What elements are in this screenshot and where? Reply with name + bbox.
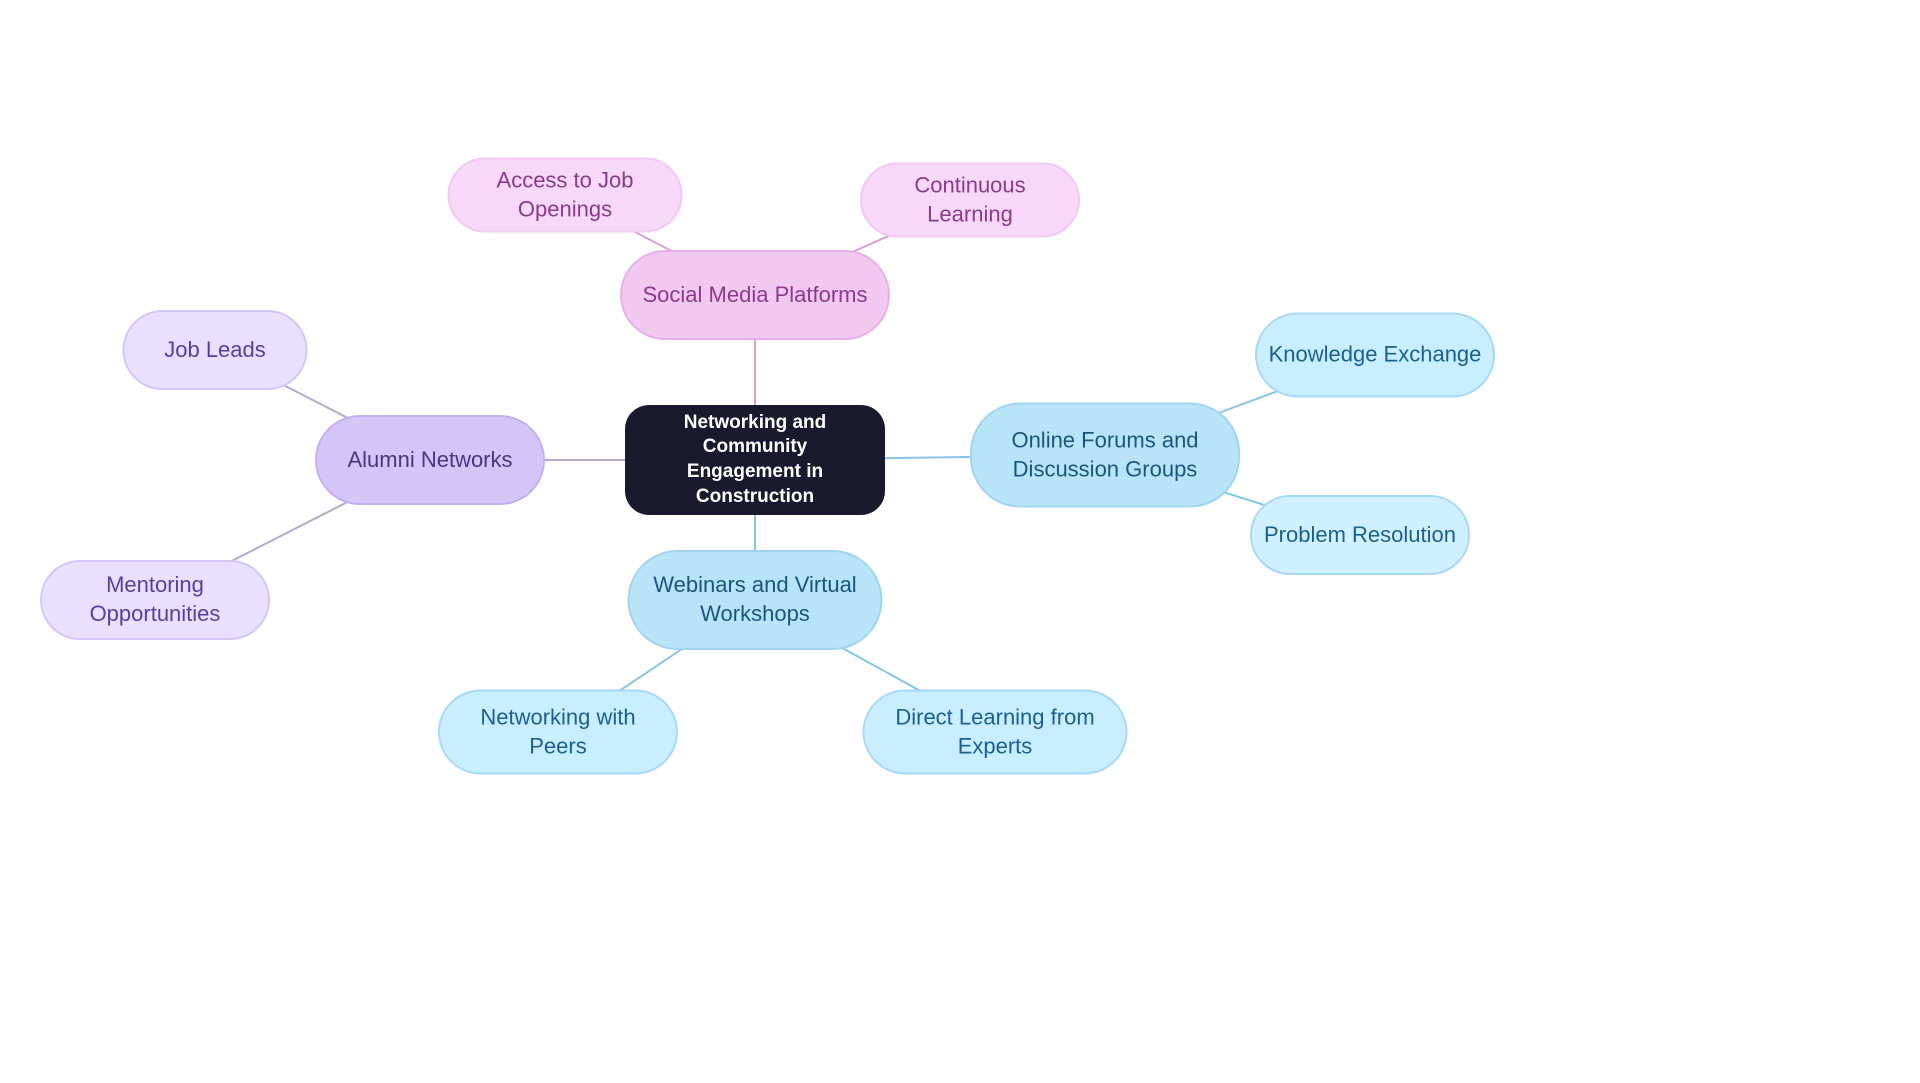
mentoring-opportunities-node: Mentoring Opportunities (40, 560, 270, 640)
direct-learning-node: Direct Learning from Experts (863, 690, 1128, 775)
center-node-label: Networking and CommunityEngagement in Co… (625, 411, 885, 510)
alumni-networks-label: Alumni Networks (337, 446, 522, 475)
alumni-networks-node: Alumni Networks (315, 415, 545, 505)
access-to-job-openings-label: Access to Job Openings (450, 166, 681, 223)
online-forums-label: Online Forums and Discussion Groups (972, 426, 1238, 483)
continuous-learning-node: Continuous Learning (860, 163, 1080, 238)
social-media-platforms-node: Social Media Platforms (620, 250, 890, 340)
webinars-label: Webinars and Virtual Workshops (630, 571, 881, 628)
knowledge-exchange-label: Knowledge Exchange (1259, 341, 1492, 370)
center-node: Networking and CommunityEngagement in Co… (625, 405, 885, 515)
networking-with-peers-label: Networking with Peers (440, 703, 676, 760)
problem-resolution-node: Problem Resolution (1250, 495, 1470, 575)
mentoring-opportunities-label: Mentoring Opportunities (42, 571, 268, 628)
problem-resolution-label: Problem Resolution (1254, 521, 1466, 550)
online-forums-node: Online Forums and Discussion Groups (970, 403, 1240, 508)
continuous-learning-label: Continuous Learning (862, 171, 1078, 228)
social-media-platforms-label: Social Media Platforms (633, 281, 878, 310)
networking-with-peers-node: Networking with Peers (438, 690, 678, 775)
webinars-node: Webinars and Virtual Workshops (628, 550, 883, 650)
knowledge-exchange-node: Knowledge Exchange (1255, 313, 1495, 398)
access-to-job-openings-node: Access to Job Openings (448, 158, 683, 233)
job-leads-node: Job Leads (123, 310, 308, 390)
direct-learning-label: Direct Learning from Experts (865, 703, 1126, 760)
job-leads-label: Job Leads (154, 336, 276, 365)
